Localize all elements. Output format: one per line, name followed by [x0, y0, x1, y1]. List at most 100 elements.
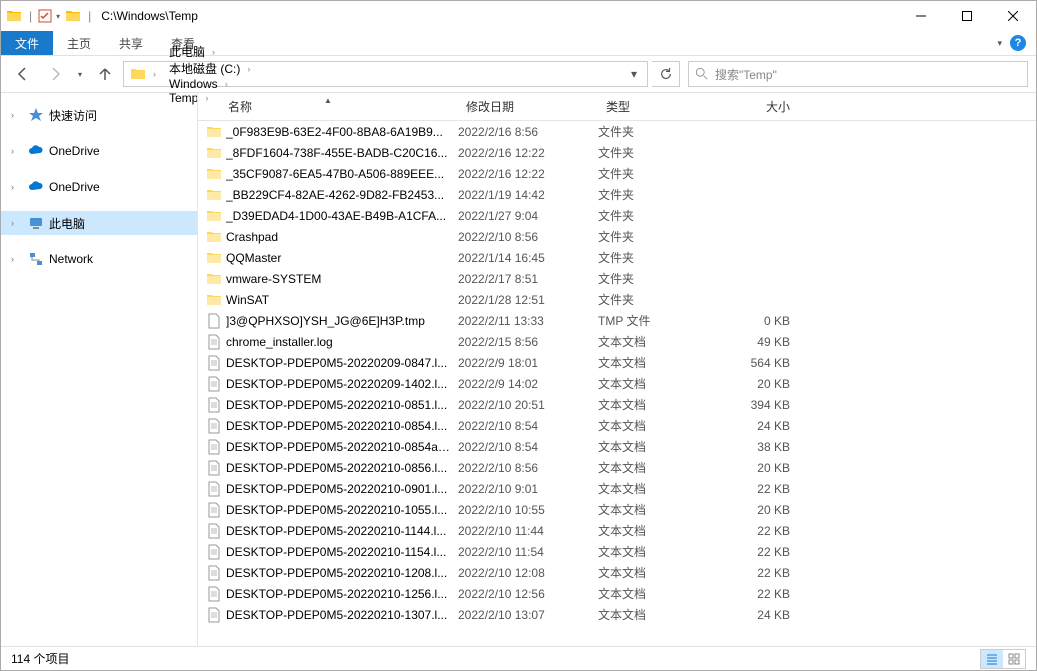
ribbon-tab-share[interactable]: 共享 — [105, 31, 157, 55]
file-list[interactable]: _0F983E9B-63E2-4F00-8BA8-6A19B9...2022/2… — [198, 121, 1036, 646]
file-name: DESKTOP-PDEP0M5-20220210-1144.l... — [226, 524, 458, 538]
chevron-right-icon[interactable]: › — [11, 254, 23, 264]
ribbon-tab-file[interactable]: 文件 — [1, 31, 53, 55]
text-file-icon — [206, 418, 226, 434]
file-row[interactable]: DESKTOP-PDEP0M5-20220210-0851.l...2022/2… — [198, 394, 1036, 415]
chevron-right-icon[interactable]: › — [11, 110, 23, 120]
folder-icon — [206, 250, 226, 266]
nav-onedrive[interactable]: › OneDrive — [1, 175, 197, 199]
breadcrumb-item[interactable]: 此电脑› — [165, 43, 257, 60]
address-dropdown-icon[interactable]: ▾ — [623, 67, 645, 81]
file-name: DESKTOP-PDEP0M5-20220209-1402.l... — [226, 377, 458, 391]
nav-label: OneDrive — [49, 144, 100, 158]
file-date: 2022/1/27 9:04 — [458, 209, 598, 223]
chevron-right-icon[interactable]: › — [11, 182, 23, 192]
file-row[interactable]: DESKTOP-PDEP0M5-20220210-1154.l...2022/2… — [198, 541, 1036, 562]
file-row[interactable]: _BB229CF4-82AE-4262-9D82-FB2453...2022/1… — [198, 184, 1036, 205]
file-type: 文本文档 — [598, 333, 708, 350]
file-row[interactable]: DESKTOP-PDEP0M5-20220209-1402.l...2022/2… — [198, 373, 1036, 394]
file-row[interactable]: WinSAT2022/1/28 12:51文件夹 — [198, 289, 1036, 310]
text-file-icon — [206, 397, 226, 413]
column-type[interactable]: 类型 — [598, 98, 708, 115]
minimize-button[interactable] — [898, 1, 944, 31]
file-type: 文件夹 — [598, 165, 708, 182]
maximize-button[interactable] — [944, 1, 990, 31]
file-date: 2022/2/16 12:22 — [458, 167, 598, 181]
back-button[interactable] — [9, 60, 37, 88]
details-view-button[interactable] — [981, 650, 1003, 668]
file-row[interactable]: DESKTOP-PDEP0M5-20220210-0854a....2022/2… — [198, 436, 1036, 457]
text-file-icon — [206, 460, 226, 476]
nav-label: 快速访问 — [49, 107, 97, 124]
item-count: 114 个项目 — [11, 650, 69, 667]
file-row[interactable]: vmware-SYSTEM2022/2/17 8:51文件夹 — [198, 268, 1036, 289]
chevron-right-icon[interactable]: › — [11, 218, 23, 228]
file-type: 文件夹 — [598, 270, 708, 287]
help-icon[interactable]: ? — [1010, 35, 1026, 51]
file-icon — [206, 313, 226, 329]
file-row[interactable]: _D39EDAD4-1D00-43AE-B49B-A1CFA...2022/1/… — [198, 205, 1036, 226]
large-icons-view-button[interactable] — [1003, 650, 1025, 668]
file-name: DESKTOP-PDEP0M5-20220210-1208.l... — [226, 566, 458, 580]
breadcrumb-item[interactable]: Windows › — [165, 77, 257, 91]
nav-label: 此电脑 — [49, 215, 85, 232]
file-type: 文件夹 — [598, 144, 708, 161]
column-date[interactable]: 修改日期 — [458, 98, 598, 115]
nav-this-pc[interactable]: › 此电脑 — [1, 211, 197, 235]
search-box[interactable]: 搜索"Temp" — [688, 61, 1028, 87]
column-name[interactable]: ▲名称 — [198, 98, 458, 115]
column-header: ▲名称 修改日期 类型 大小 — [198, 93, 1036, 121]
refresh-button[interactable] — [652, 61, 680, 87]
file-row[interactable]: chrome_installer.log2022/2/15 8:56文本文档49… — [198, 331, 1036, 352]
qat-dropdown-icon[interactable]: ▾ — [54, 12, 62, 21]
file-date: 2022/2/10 8:54 — [458, 440, 598, 454]
file-row[interactable]: DESKTOP-PDEP0M5-20220210-1256.l...2022/2… — [198, 583, 1036, 604]
file-row[interactable]: DESKTOP-PDEP0M5-20220209-0847.l...2022/2… — [198, 352, 1036, 373]
ribbon-tab-home[interactable]: 主页 — [53, 31, 105, 55]
file-date: 2022/2/10 8:56 — [458, 230, 598, 244]
file-row[interactable]: _8FDF1604-738F-455E-BADB-C20C16...2022/2… — [198, 142, 1036, 163]
chevron-right-icon[interactable]: › — [11, 146, 23, 156]
breadcrumb-item[interactable]: 本地磁盘 (C:) › — [165, 60, 257, 77]
search-placeholder: 搜索"Temp" — [715, 66, 777, 83]
file-row[interactable]: DESKTOP-PDEP0M5-20220210-1144.l...2022/2… — [198, 520, 1036, 541]
file-row[interactable]: Crashpad2022/2/10 8:56文件夹 — [198, 226, 1036, 247]
chevron-right-icon[interactable]: › — [244, 64, 253, 74]
chevron-right-icon[interactable]: › — [222, 79, 231, 89]
file-date: 2022/2/10 8:54 — [458, 419, 598, 433]
file-row[interactable]: _35CF9087-6EA5-47B0-A506-889EEE...2022/2… — [198, 163, 1036, 184]
ribbon-expand-icon[interactable]: ▾ — [997, 38, 1002, 49]
file-name: Crashpad — [226, 230, 458, 244]
text-file-icon — [206, 439, 226, 455]
file-row[interactable]: QQMaster2022/1/14 16:45文件夹 — [198, 247, 1036, 268]
address-bar[interactable]: › 此电脑›本地磁盘 (C:)›Windows›Temp› ▾ — [123, 61, 648, 87]
breadcrumb-label: 本地磁盘 (C:) — [169, 60, 240, 77]
forward-button[interactable] — [41, 60, 69, 88]
close-button[interactable] — [990, 1, 1036, 31]
file-row[interactable]: DESKTOP-PDEP0M5-20220210-1055.l...2022/2… — [198, 499, 1036, 520]
column-size[interactable]: 大小 — [708, 98, 798, 115]
file-type: TMP 文件 — [598, 312, 708, 329]
addr-root-icon[interactable]: › — [126, 62, 163, 86]
folder-icon — [206, 145, 226, 161]
file-row[interactable]: _0F983E9B-63E2-4F00-8BA8-6A19B9...2022/2… — [198, 121, 1036, 142]
up-button[interactable] — [91, 60, 119, 88]
nav-onedrive[interactable]: › OneDrive — [1, 139, 197, 163]
breadcrumb-label: Windows — [169, 77, 218, 91]
nav-quick-access[interactable]: › 快速访问 — [1, 103, 197, 127]
file-row[interactable]: DESKTOP-PDEP0M5-20220210-1307.l...2022/2… — [198, 604, 1036, 625]
recent-dropdown[interactable]: ▾ — [73, 60, 87, 88]
file-row[interactable]: DESKTOP-PDEP0M5-20220210-0856.l...2022/2… — [198, 457, 1036, 478]
text-file-icon — [206, 523, 226, 539]
file-size: 49 KB — [708, 335, 790, 349]
file-row[interactable]: DESKTOP-PDEP0M5-20220210-0901.l...2022/2… — [198, 478, 1036, 499]
nav-network[interactable]: › Network — [1, 247, 197, 271]
file-size: 24 KB — [708, 419, 790, 433]
file-row[interactable]: DESKTOP-PDEP0M5-20220210-0854.l...2022/2… — [198, 415, 1036, 436]
file-row[interactable]: ]3@QPHXSO]YSH_JG@6E]H3P.tmp2022/2/11 13:… — [198, 310, 1036, 331]
qat-checkbox-icon[interactable] — [38, 9, 52, 23]
file-row[interactable]: DESKTOP-PDEP0M5-20220210-1208.l...2022/2… — [198, 562, 1036, 583]
chevron-right-icon[interactable]: › — [209, 47, 218, 57]
file-date: 2022/2/10 11:44 — [458, 524, 598, 538]
cloud-icon — [27, 143, 45, 159]
